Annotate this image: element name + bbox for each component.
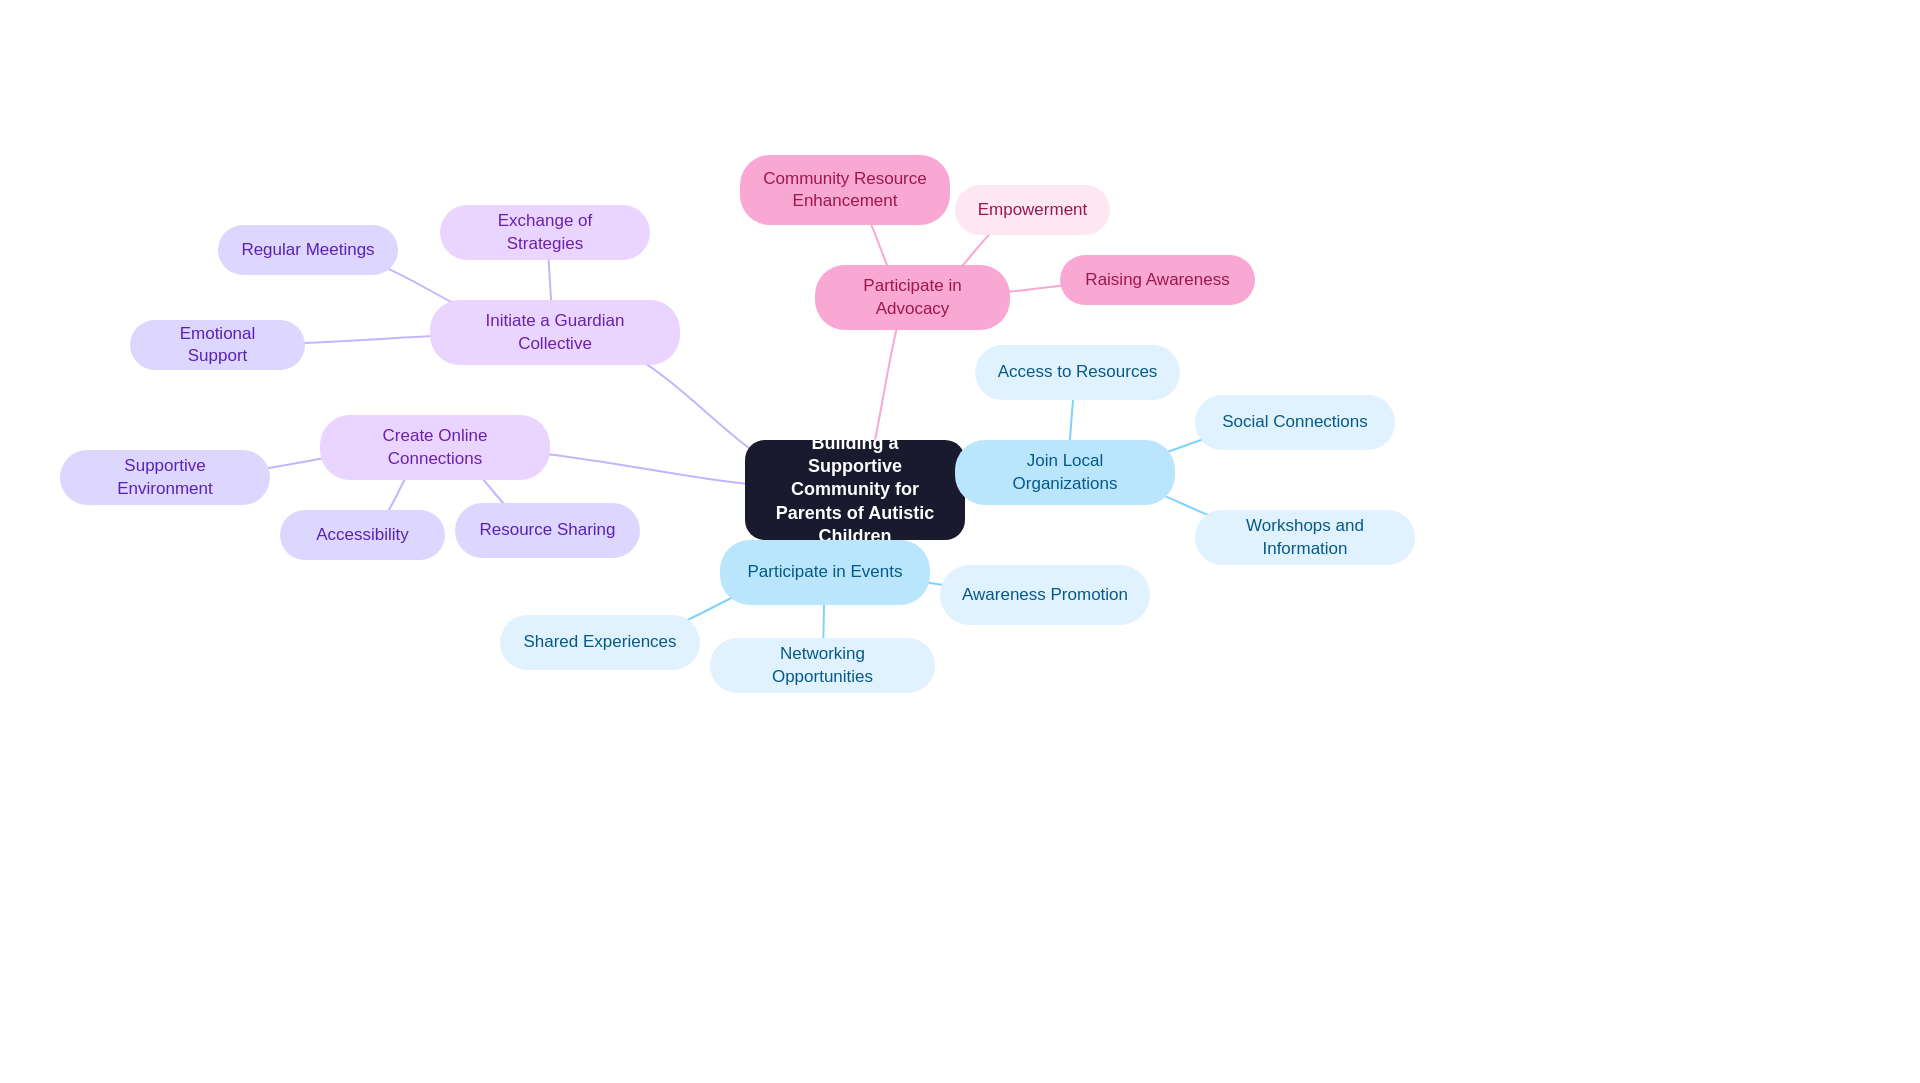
resource-sharing-node: Resource Sharing xyxy=(455,503,640,558)
raising-awareness-node: Raising Awareness xyxy=(1060,255,1255,305)
social-connections-node: Social Connections xyxy=(1195,395,1395,450)
participate-advocacy-node: Participate in Advocacy xyxy=(815,265,1010,330)
workshops-info-node: Workshops and Information xyxy=(1195,510,1415,565)
awareness-promo-node: Awareness Promotion xyxy=(940,565,1150,625)
regular-meetings-node: Regular Meetings xyxy=(218,225,398,275)
participate-events-node: Participate in Events xyxy=(720,540,930,605)
empowerment-node: Empowerment xyxy=(955,185,1110,235)
exchange-strategies-node: Exchange of Strategies xyxy=(440,205,650,260)
networking-node: Networking Opportunities xyxy=(710,638,935,693)
center-node: Building a Supportive Community for Pare… xyxy=(745,440,965,540)
accessibility-node: Accessibility xyxy=(280,510,445,560)
access-resources-node: Access to Resources xyxy=(975,345,1180,400)
shared-experiences-node: Shared Experiences xyxy=(500,615,700,670)
create-online-node: Create Online Connections xyxy=(320,415,550,480)
supportive-env-node: Supportive Environment xyxy=(60,450,270,505)
initiate-guardian-node: Initiate a Guardian Collective xyxy=(430,300,680,365)
join-local-node: Join Local Organizations xyxy=(955,440,1175,505)
emotional-support-node: Emotional Support xyxy=(130,320,305,370)
community-resource-node: Community Resource Enhancement xyxy=(740,155,950,225)
